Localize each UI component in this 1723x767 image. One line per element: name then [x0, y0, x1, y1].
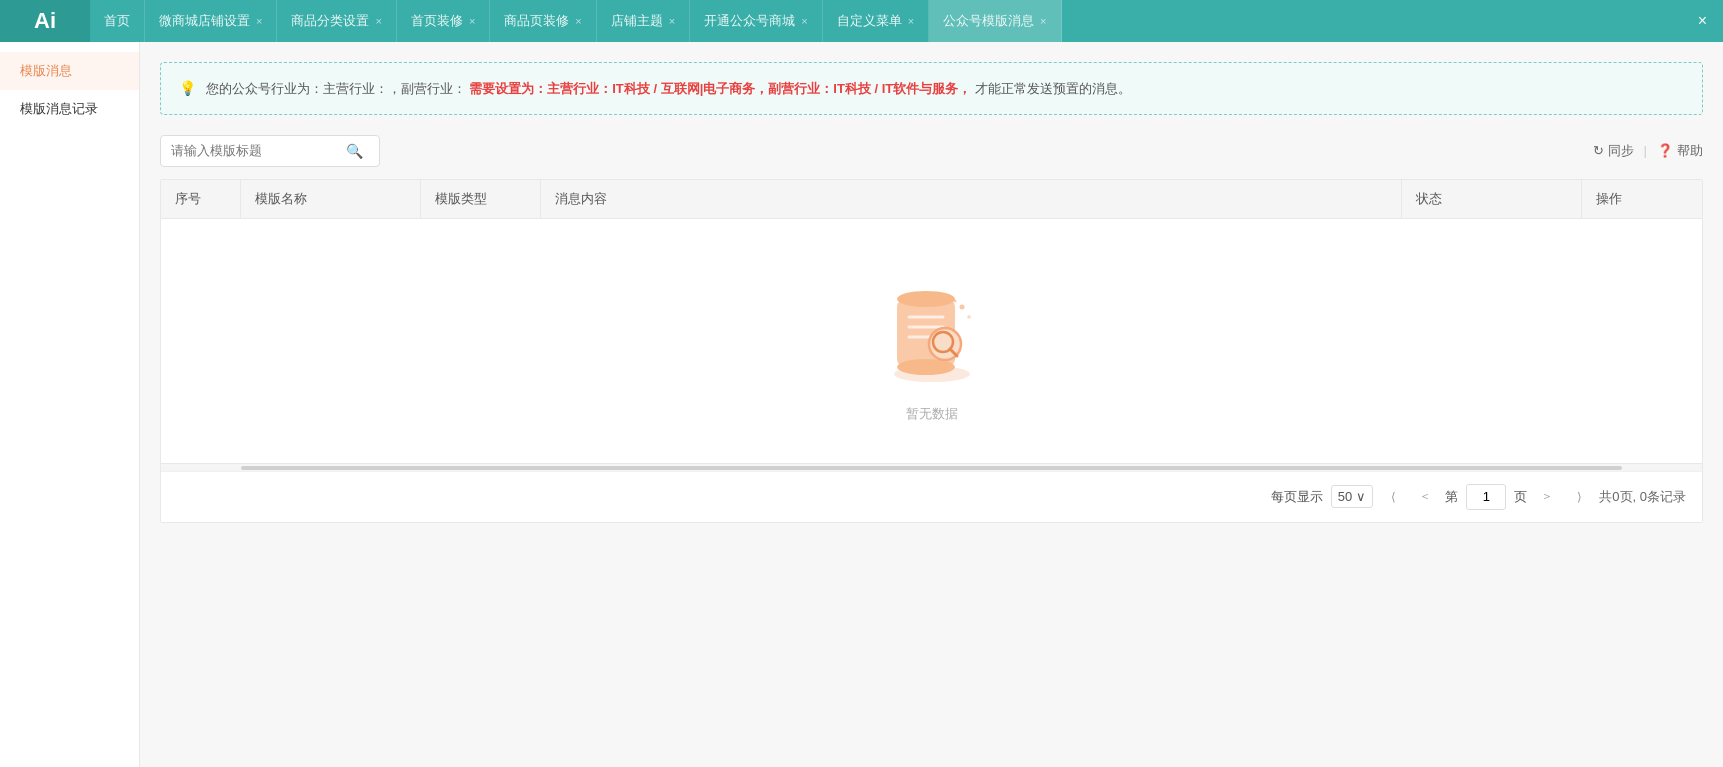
tab-list: 首页微商城店铺设置×商品分类设置×首页装修×商品页装修×店铺主题×开通公众号商城…: [90, 0, 1682, 42]
scrollbar-track: [241, 466, 1622, 470]
table-col-index: 序号: [161, 180, 241, 218]
help-icon: ❓: [1657, 143, 1673, 158]
help-label: 帮助: [1677, 142, 1703, 160]
brand-logo: Ai: [0, 0, 90, 42]
svg-point-2: [897, 291, 955, 307]
per-page-label: 每页显示: [1271, 488, 1323, 506]
chevron-down-icon: ∨: [1356, 489, 1366, 504]
pagination: 每页显示 50 ∨ ⟨ ＜ 第 页 ＞ ⟩ 共0页, 0条记录: [161, 471, 1702, 522]
banner-suffix: 才能正常发送预置的消息。: [975, 81, 1131, 96]
tab-close-templatemsg[interactable]: ×: [1040, 15, 1046, 27]
tab-item-mall[interactable]: 开通公众号商城×: [690, 0, 822, 42]
table-col-content: 消息内容: [541, 180, 1402, 218]
table-col-name: 模版名称: [241, 180, 421, 218]
svg-point-12: [953, 299, 956, 302]
next-page-button[interactable]: ＞: [1535, 485, 1559, 509]
sidebar-item-template-msg[interactable]: 模版消息: [0, 52, 139, 90]
table-col-action: 操作: [1582, 180, 1702, 218]
last-page-button[interactable]: ⟩: [1567, 485, 1591, 509]
search-icon[interactable]: 🔍: [346, 143, 363, 159]
empty-state: 暂无数据: [161, 219, 1702, 463]
main-layout: 模版消息模版消息记录 💡 您的公众号行业为：主营行业：，副营行业： 需要设置为：…: [0, 42, 1723, 767]
content-area: 💡 您的公众号行业为：主营行业：，副营行业： 需要设置为：主营行业：IT科技 /…: [140, 42, 1723, 767]
tab-close-weshop[interactable]: ×: [256, 15, 262, 27]
tab-item-templatemsg[interactable]: 公众号模版消息×: [929, 0, 1061, 42]
page-input[interactable]: [1466, 484, 1506, 510]
tab-item-home[interactable]: 首页: [90, 0, 145, 42]
sync-label: 同步: [1608, 142, 1634, 160]
page-label-pre: 第: [1445, 488, 1458, 506]
tab-item-category[interactable]: 商品分类设置×: [277, 0, 396, 42]
empty-text: 暂无数据: [906, 405, 958, 423]
sidebar-item-template-log[interactable]: 模版消息记录: [0, 90, 139, 128]
tab-item-productpage[interactable]: 商品页装修×: [490, 0, 596, 42]
tab-item-weshop[interactable]: 微商城店铺设置×: [145, 0, 277, 42]
svg-point-11: [967, 315, 971, 319]
sync-icon: ↻: [1593, 143, 1604, 158]
bulb-icon: 💡: [179, 80, 196, 96]
tab-close-theme[interactable]: ×: [669, 15, 675, 27]
per-page-value: 50: [1338, 489, 1352, 504]
page-label-post: 页: [1514, 488, 1527, 506]
banner-highlight: 需要设置为：主营行业：IT科技 / 互联网|电子商务，副营行业：IT科技 / I…: [469, 81, 971, 96]
tab-item-custommenu[interactable]: 自定义菜单×: [823, 0, 929, 42]
banner-prefix: 您的公众号行业为：主营行业：，副营行业：: [206, 81, 466, 96]
sidebar: 模版消息模版消息记录: [0, 42, 140, 767]
svg-point-10: [959, 304, 964, 309]
info-banner: 💡 您的公众号行业为：主营行业：，副营行业： 需要设置为：主营行业：IT科技 /…: [160, 62, 1703, 115]
prev-page-button[interactable]: ＜: [1413, 485, 1437, 509]
tab-close-mall[interactable]: ×: [801, 15, 807, 27]
table-col-type: 模版类型: [421, 180, 541, 218]
empty-icon: [877, 279, 987, 389]
table-wrap: 序号模版名称模版类型消息内容状态操作: [160, 179, 1703, 523]
help-button[interactable]: ❓ 帮助: [1657, 142, 1703, 160]
top-nav: Ai 首页微商城店铺设置×商品分类设置×首页装修×商品页装修×店铺主题×开通公众…: [0, 0, 1723, 42]
close-all-button[interactable]: ×: [1682, 0, 1723, 42]
tab-close-homepage[interactable]: ×: [469, 15, 475, 27]
per-page-select[interactable]: 50 ∨: [1331, 485, 1373, 508]
table-header: 序号模版名称模版类型消息内容状态操作: [161, 180, 1702, 219]
table-col-status: 状态: [1402, 180, 1582, 218]
search-actions: ↻ 同步 | ❓ 帮助: [1593, 142, 1703, 160]
search-input[interactable]: [171, 143, 346, 158]
tab-item-homepage[interactable]: 首页装修×: [397, 0, 490, 42]
svg-point-3: [897, 359, 955, 375]
tab-item-theme[interactable]: 店铺主题×: [597, 0, 690, 42]
divider: |: [1644, 143, 1647, 158]
total-info: 共0页, 0条记录: [1599, 488, 1686, 506]
horizontal-scrollbar[interactable]: [161, 463, 1702, 471]
tab-close-productpage[interactable]: ×: [575, 15, 581, 27]
search-input-wrap: 🔍: [160, 135, 380, 167]
tab-close-custommenu[interactable]: ×: [908, 15, 914, 27]
tab-close-category[interactable]: ×: [375, 15, 381, 27]
search-bar: 🔍 ↻ 同步 | ❓ 帮助: [160, 135, 1703, 167]
first-page-button[interactable]: ⟨: [1381, 485, 1405, 509]
sync-button[interactable]: ↻ 同步: [1593, 142, 1634, 160]
